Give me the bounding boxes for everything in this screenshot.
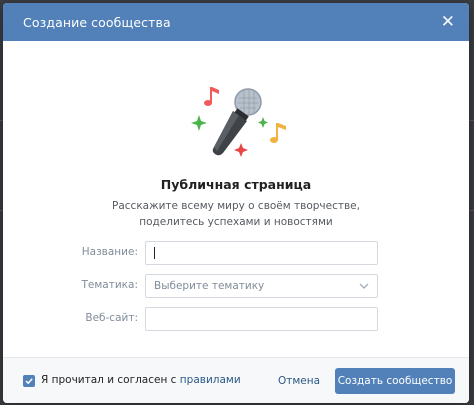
page-type-description: Расскажите всему миру о своём творчестве… bbox=[3, 198, 469, 230]
topic-row: Тематика: Выберите тематику bbox=[3, 274, 469, 298]
check-icon bbox=[25, 378, 33, 385]
text-caret bbox=[154, 247, 155, 259]
topic-placeholder: Выберите тематику bbox=[154, 280, 265, 292]
close-icon[interactable]: ✕ bbox=[441, 13, 455, 31]
description-line: поделитесь успехами и новостями bbox=[139, 216, 333, 228]
chevron-down-icon bbox=[359, 283, 369, 289]
agree-checkbox[interactable] bbox=[23, 375, 35, 387]
sparkle-icon bbox=[191, 115, 207, 131]
microphone-illustration-icon bbox=[191, 87, 286, 157]
dialog-header: Создание сообщества ✕ bbox=[3, 3, 469, 41]
topic-label: Тематика: bbox=[81, 279, 138, 291]
cancel-button[interactable]: Отмена bbox=[272, 370, 326, 392]
name-row: Название: bbox=[3, 241, 469, 265]
music-note-icon bbox=[204, 87, 219, 106]
dialog-title: Создание сообщества bbox=[23, 14, 171, 30]
dialog-footer: Я прочитал и согласен с правилами Отмена… bbox=[3, 357, 469, 403]
microphone-icon bbox=[212, 88, 262, 156]
topic-select[interactable]: Выберите тематику bbox=[145, 274, 378, 298]
website-row: Веб-сайт: bbox=[3, 307, 469, 331]
description-line: Расскажите всему миру о своём творчестве… bbox=[112, 200, 360, 212]
music-note-icon bbox=[270, 123, 286, 143]
sparkle-icon bbox=[234, 143, 248, 157]
agree-prefix: Я прочитал и согласен с bbox=[41, 374, 180, 386]
website-input[interactable] bbox=[145, 307, 378, 331]
sparkle-icon bbox=[258, 117, 268, 128]
name-input[interactable] bbox=[145, 241, 378, 265]
rules-link[interactable]: правилами bbox=[180, 374, 241, 386]
name-label: Название: bbox=[81, 246, 138, 258]
page-type-heading: Публичная страница bbox=[160, 177, 312, 192]
create-community-dialog: Создание сообщества ✕ Публичная страница… bbox=[3, 3, 469, 403]
create-community-button[interactable]: Создать сообщество bbox=[335, 368, 455, 394]
website-label: Веб-сайт: bbox=[85, 312, 138, 324]
dialog-body: Публичная страница Расскажите всему миру… bbox=[3, 41, 469, 357]
agree-text: Я прочитал и согласен с правилами bbox=[41, 374, 241, 386]
